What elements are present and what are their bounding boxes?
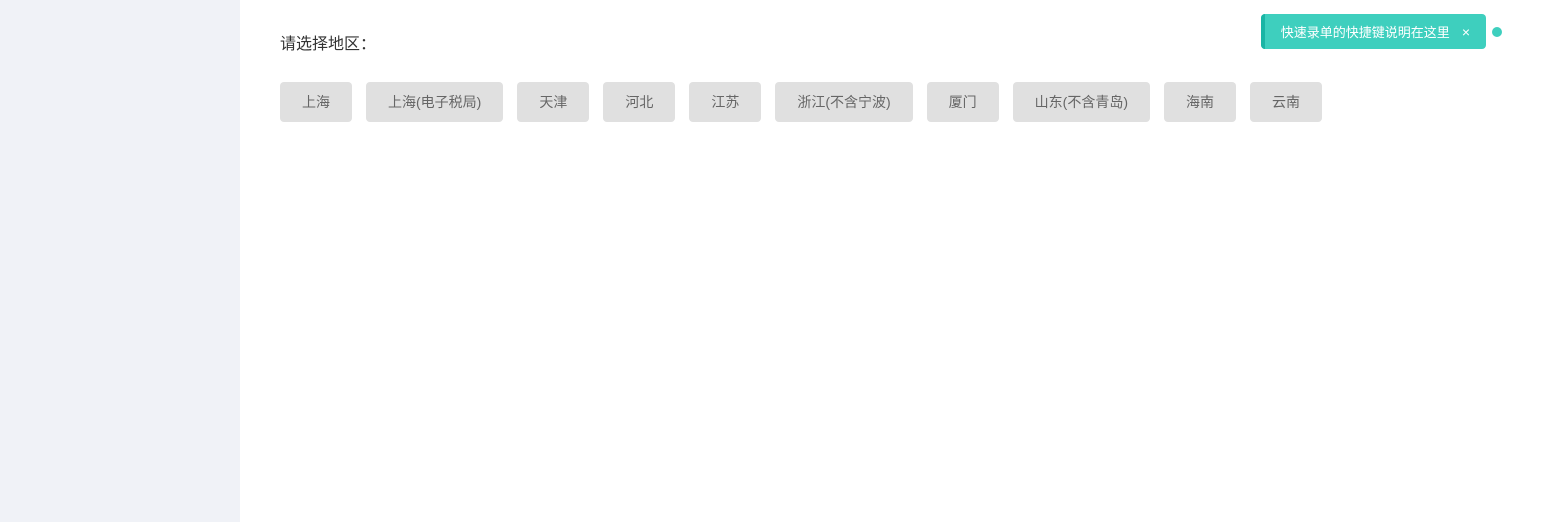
tooltip-accent [1261, 14, 1265, 49]
main-content: 请选择地区： 上海上海(电子税局)天津河北江苏浙江(不含宁波)厦门山东(不含青岛… [240, 0, 1562, 522]
tooltip-box: 快速录单的快捷键说明在这里 × [1261, 14, 1486, 49]
region-button-5[interactable]: 浙江(不含宁波) [775, 82, 912, 122]
region-button-1[interactable]: 上海(电子税局) [366, 82, 503, 122]
left-sidebar [0, 0, 240, 522]
tooltip-wrapper: 快速录单的快捷键说明在这里 × [1261, 14, 1502, 49]
region-button-0[interactable]: 上海 [280, 82, 352, 122]
tooltip-text: 快速录单的快捷键说明在这里 [1281, 22, 1450, 41]
region-buttons: 上海上海(电子税局) 天津河北江苏浙江(不含宁波) 厦门山东(不含青岛) 海南云南 [280, 82, 1522, 122]
region-button-4[interactable]: 江苏 [689, 82, 761, 122]
region-button-8[interactable]: 海南 [1164, 82, 1236, 122]
region-button-9[interactable]: 云南 [1250, 82, 1322, 122]
region-button-6[interactable]: 厦门 [927, 82, 999, 122]
region-button-2[interactable]: 天津 [517, 82, 589, 122]
tooltip-dot [1492, 27, 1502, 37]
region-button-7[interactable]: 山东(不含青岛) [1013, 82, 1150, 122]
region-button-3[interactable]: 河北 [603, 82, 675, 122]
tooltip-close-button[interactable]: × [1462, 24, 1470, 40]
